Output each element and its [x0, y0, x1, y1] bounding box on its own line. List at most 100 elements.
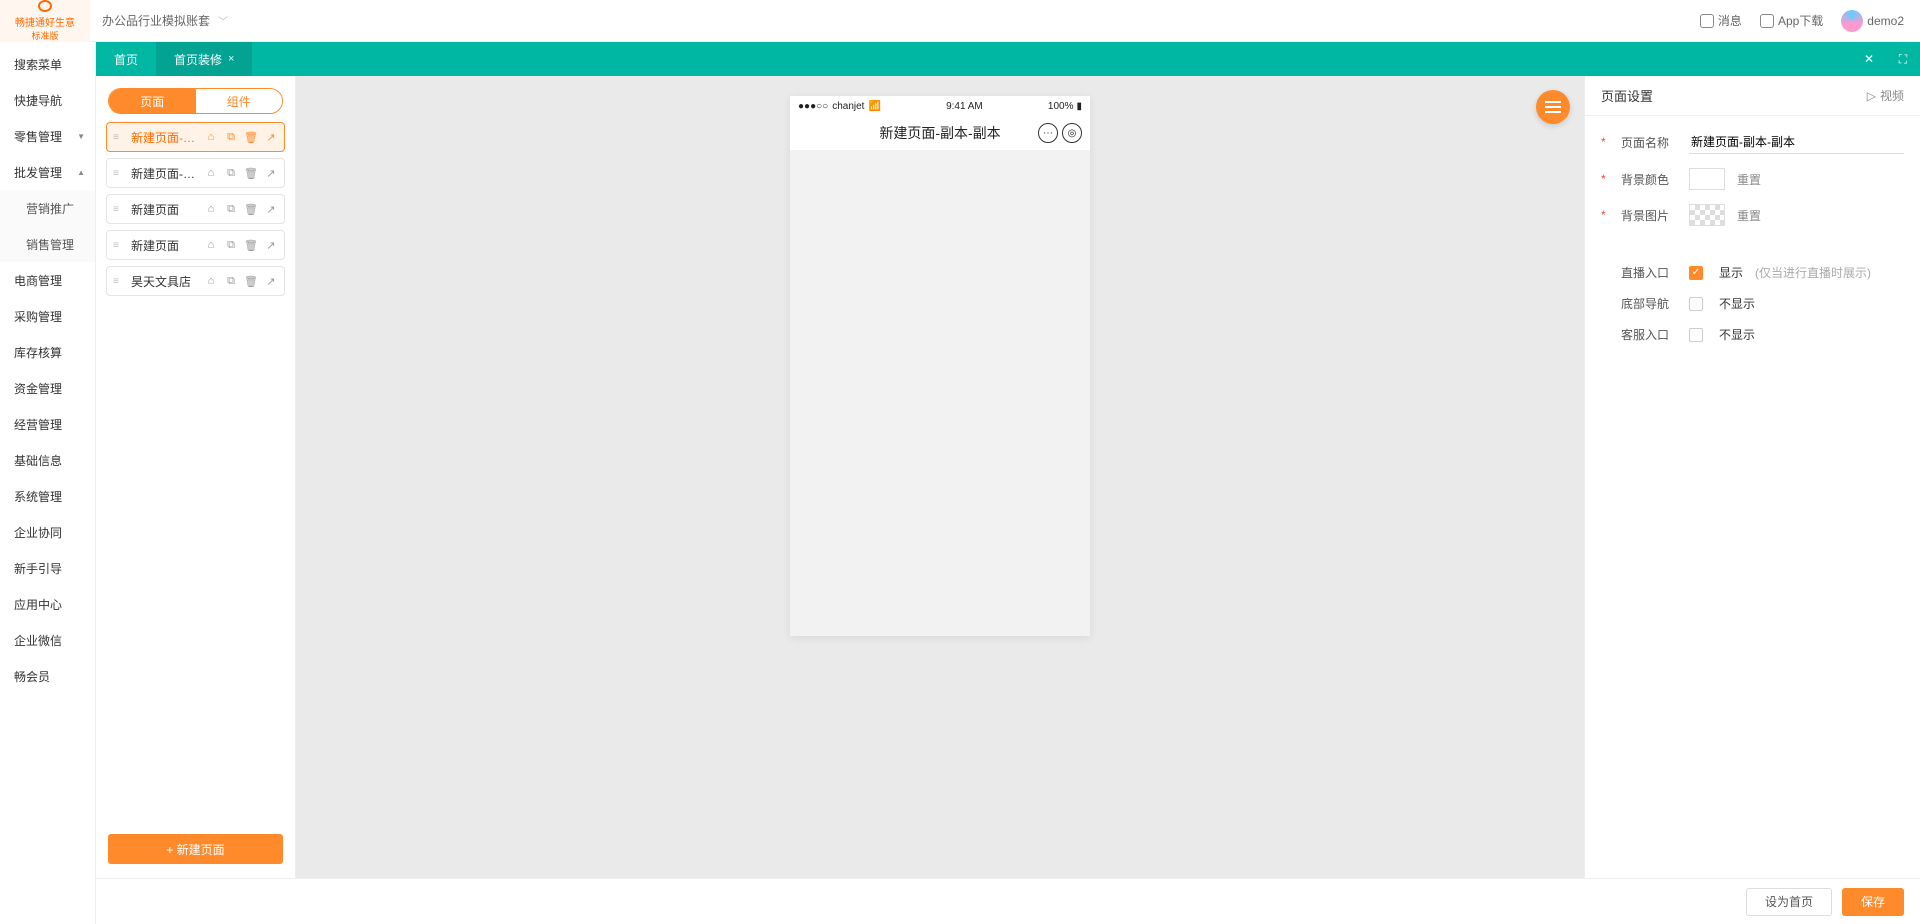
video-tutorial-link[interactable]: ▷ 视频: [1867, 87, 1904, 104]
sidebar-item[interactable]: 零售管理▼: [0, 118, 95, 154]
copy-icon[interactable]: ⧉: [224, 203, 238, 216]
seg-page[interactable]: 页面: [109, 89, 196, 113]
delete-icon[interactable]: 🗑: [244, 131, 258, 144]
delete-icon[interactable]: 🗑: [244, 167, 258, 180]
sidebar-item[interactable]: 企业微信: [0, 622, 95, 658]
new-page-button[interactable]: + 新建页面: [108, 834, 283, 864]
hamburger-icon: [1545, 106, 1561, 108]
page-list-item[interactable]: ≡新建页面⌂⧉🗑↗: [106, 194, 285, 224]
sidebar-item-label: 基础信息: [14, 452, 62, 469]
close-icon[interactable]: ×: [228, 53, 234, 65]
sidebar-item[interactable]: 库存核算: [0, 334, 95, 370]
page-item-name: 新建页面: [131, 237, 198, 254]
drag-handle-icon[interactable]: ≡: [113, 204, 125, 215]
home-icon[interactable]: ⌂: [204, 131, 218, 143]
sidebar-item-label: 销售管理: [26, 236, 74, 253]
seg-component[interactable]: 组件: [196, 89, 283, 113]
sidebar-item-label: 库存核算: [14, 344, 62, 361]
sidebar-item[interactable]: 基础信息: [0, 442, 95, 478]
external-link-icon[interactable]: ↗: [264, 131, 278, 144]
app-download-button[interactable]: App下载: [1760, 12, 1823, 29]
phone-body[interactable]: [790, 150, 1090, 636]
delete-icon[interactable]: 🗑: [244, 203, 258, 216]
sidebar-item[interactable]: 批发管理▲: [0, 154, 95, 190]
component-drawer-fab[interactable]: [1536, 90, 1570, 124]
home-icon[interactable]: ⌂: [204, 167, 218, 179]
page-list-item[interactable]: ≡ 新建页面 ⌂ ⧉ 🗑 ↗: [106, 230, 285, 260]
delete-icon[interactable]: 🗑: [244, 239, 258, 252]
sidebar-item[interactable]: 畅会员: [0, 658, 95, 694]
home-icon[interactable]: ⌂: [204, 275, 218, 287]
sidebar-item-label: 新手引导: [14, 560, 62, 577]
drag-handle-icon[interactable]: ≡: [113, 132, 125, 143]
sidebar-item[interactable]: 采购管理: [0, 298, 95, 334]
bgcolor-swatch[interactable]: [1689, 168, 1725, 190]
bgimg-reset[interactable]: 重置: [1737, 207, 1761, 224]
set-home-button[interactable]: 设为首页: [1746, 888, 1832, 916]
bottom-nav-checkbox[interactable]: [1689, 297, 1703, 311]
sidebar-item[interactable]: 搜索菜单: [0, 46, 95, 82]
drag-handle-icon[interactable]: ≡: [113, 240, 125, 251]
play-icon: ▷: [1867, 89, 1876, 103]
sidebar-item[interactable]: 应用中心: [0, 586, 95, 622]
sidebar-item[interactable]: 资金管理: [0, 370, 95, 406]
carrier: chanjet: [832, 101, 864, 112]
topbar-right: 消息 App下载 demo2: [1700, 10, 1920, 32]
battery-icon: ▮: [1077, 101, 1083, 112]
sidebar-item-label: 营销推广: [26, 200, 74, 217]
sidebar-item[interactable]: 经营管理: [0, 406, 95, 442]
copy-icon[interactable]: ⧉: [224, 275, 238, 288]
sidebar-item[interactable]: 新手引导: [0, 550, 95, 586]
home-icon[interactable]: ⌂: [204, 239, 218, 251]
bgcolor-reset[interactable]: 重置: [1737, 171, 1761, 188]
sidebar-subitem[interactable]: 营销推广: [0, 190, 95, 226]
drag-handle-icon[interactable]: ≡: [113, 276, 125, 287]
sidebar-item-label: 零售管理: [14, 128, 62, 145]
tab-首页装修[interactable]: 首页装修×: [156, 42, 252, 76]
page-list-item[interactable]: ≡昊天文具店⌂⧉🗑↗: [106, 266, 285, 296]
page-list-item[interactable]: ≡新建页面-副本⌂⧉🗑↗: [106, 158, 285, 188]
save-button[interactable]: 保存: [1842, 888, 1904, 916]
chevron-down-icon: ﹀: [218, 13, 228, 28]
home-icon[interactable]: ⌂: [204, 203, 218, 215]
chevron-up-icon: ▲: [77, 168, 85, 177]
live-hint: (仅当进行直播时展示): [1755, 264, 1871, 281]
capsule-close-icon[interactable]: ◎: [1062, 123, 1082, 143]
sidebar-item[interactable]: 快捷导航: [0, 82, 95, 118]
sidebar-item[interactable]: 系统管理: [0, 478, 95, 514]
account-selector[interactable]: 办公品行业模拟账套 ﹀: [102, 12, 228, 29]
sidebar-item-label: 系统管理: [14, 488, 62, 505]
fullscreen-button[interactable]: ⛶: [1886, 42, 1920, 76]
tab-bar: 首页 首页装修× ✕ ⛶: [96, 42, 1920, 76]
tab-label: 首页: [114, 51, 138, 68]
external-link-icon[interactable]: ↗: [264, 203, 278, 216]
cs-checkbox[interactable]: [1689, 328, 1703, 342]
external-link-icon[interactable]: ↗: [264, 275, 278, 288]
phone-icon: [1760, 14, 1774, 28]
copy-icon[interactable]: ⧉: [224, 131, 238, 144]
bgimg-swatch[interactable]: [1689, 204, 1725, 226]
copy-icon[interactable]: ⧉: [224, 239, 238, 252]
sidebar-item[interactable]: 电商管理: [0, 262, 95, 298]
sidebar-item-label: 快捷导航: [14, 92, 62, 109]
external-link-icon[interactable]: ↗: [264, 239, 278, 252]
settings-panel: 页面设置 ▷ 视频 * 页面名称 * 背景颜色: [1584, 76, 1920, 878]
tab-close-all-button[interactable]: ✕: [1852, 42, 1886, 76]
capsule-more-icon[interactable]: ⋯: [1038, 123, 1058, 143]
sidebar-subitem[interactable]: 销售管理: [0, 226, 95, 262]
external-link-icon[interactable]: ↗: [264, 167, 278, 180]
tab-首页[interactable]: 首页: [96, 42, 156, 76]
app-download-label: App下载: [1778, 12, 1823, 29]
page-list-item[interactable]: ≡新建页面-副本...⌂⧉🗑↗: [106, 122, 285, 152]
delete-icon[interactable]: 🗑: [244, 275, 258, 288]
chat-icon: [1700, 14, 1714, 28]
username: demo2: [1867, 14, 1904, 28]
messages-button[interactable]: 消息: [1700, 12, 1742, 29]
drag-handle-icon[interactable]: ≡: [113, 168, 125, 179]
sidebar-item[interactable]: 企业协同: [0, 514, 95, 550]
user-menu[interactable]: demo2: [1841, 10, 1904, 32]
avatar: [1841, 10, 1863, 32]
page-name-input[interactable]: [1689, 130, 1904, 154]
live-checkbox[interactable]: ✓: [1689, 266, 1703, 280]
copy-icon[interactable]: ⧉: [224, 167, 238, 180]
